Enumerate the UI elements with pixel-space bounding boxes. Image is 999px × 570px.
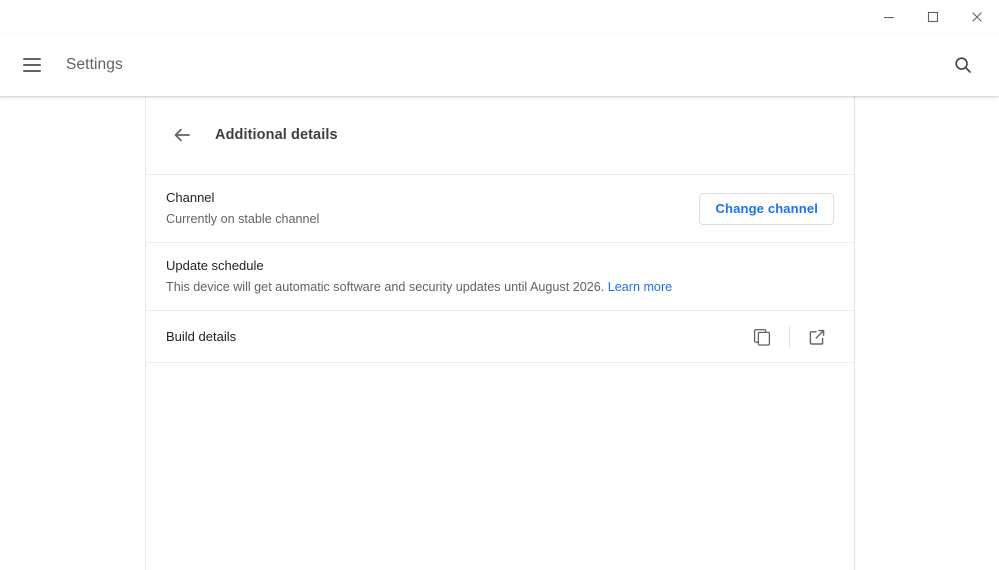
hamburger-menu-icon[interactable]: [20, 53, 44, 77]
learn-more-link[interactable]: Learn more: [608, 280, 672, 294]
settings-window: Settings Additional details: [0, 0, 999, 570]
right-gutter: [855, 96, 999, 570]
navigation-rail: [0, 96, 146, 570]
settings-toolbar: Settings: [0, 34, 999, 96]
row-channel-title: Channel: [166, 188, 699, 208]
open-build-details-button[interactable]: [800, 320, 834, 354]
change-channel-button[interactable]: Change channel: [699, 193, 834, 225]
row-update-schedule-title: Update schedule: [166, 256, 834, 276]
row-channel-subtitle: Currently on stable channel: [166, 209, 699, 229]
content-area: Additional details Channel Currently on …: [0, 96, 999, 570]
close-icon: [971, 11, 983, 23]
row-update-schedule-text: Update schedule This device will get aut…: [166, 256, 834, 297]
open-in-new-icon: [807, 327, 827, 347]
window-caption-bar: [0, 0, 999, 34]
back-button[interactable]: [166, 119, 198, 151]
row-build-details-title: Build details: [166, 327, 745, 347]
row-build-details-text: Build details: [166, 327, 745, 347]
update-schedule-description-text: This device will get automatic software …: [166, 280, 604, 294]
minimize-icon: [883, 11, 895, 23]
row-channel: Channel Currently on stable channel Chan…: [146, 175, 854, 243]
page-title: Settings: [66, 56, 123, 74]
maximize-icon: [927, 11, 939, 23]
row-update-schedule: Update schedule This device will get aut…: [146, 243, 854, 311]
search-icon: [953, 55, 973, 75]
window-maximize-button[interactable]: [911, 0, 955, 34]
row-update-schedule-description: This device will get automatic software …: [166, 277, 834, 297]
additional-details-card: Additional details Channel Currently on …: [146, 96, 855, 570]
window-close-button[interactable]: [955, 0, 999, 34]
copy-icon: [752, 327, 772, 347]
build-details-actions: [745, 320, 834, 354]
back-arrow-icon: [172, 125, 192, 145]
row-channel-text: Channel Currently on stable channel: [166, 188, 699, 229]
window-minimize-button[interactable]: [867, 0, 911, 34]
row-build-details: Build details: [146, 311, 854, 363]
search-button[interactable]: [943, 45, 983, 85]
card-title: Additional details: [215, 127, 338, 143]
card-header: Additional details: [146, 96, 854, 175]
action-divider: [789, 326, 790, 348]
copy-build-details-button[interactable]: [745, 320, 779, 354]
